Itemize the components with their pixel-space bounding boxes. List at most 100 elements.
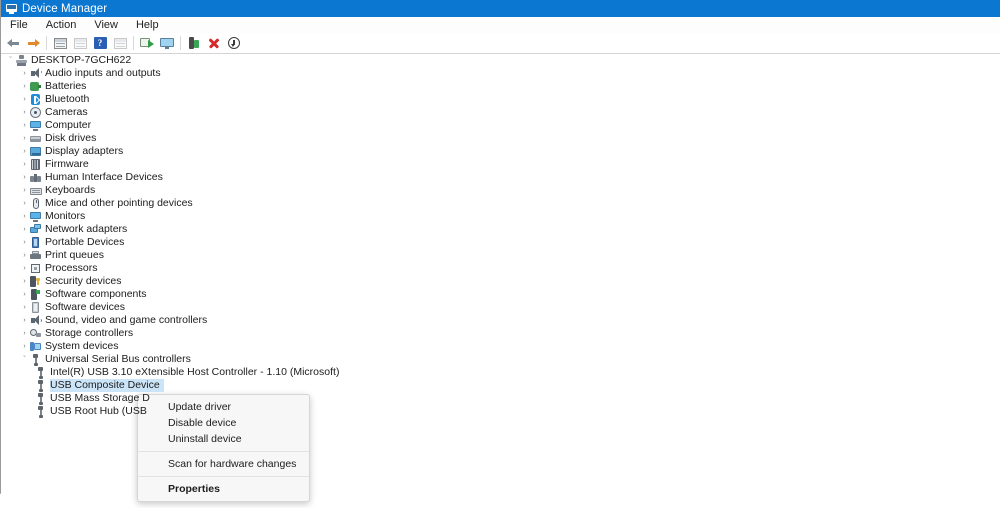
- chevron-right-icon[interactable]: ›: [20, 158, 29, 171]
- tree-item-display-adapters[interactable]: › Display adapters: [1, 145, 1000, 158]
- chevron-right-icon[interactable]: ›: [20, 288, 29, 301]
- context-menu-separator-2: [138, 476, 309, 477]
- chevron-right-icon[interactable]: ›: [20, 145, 29, 158]
- tree-item-label: Bluetooth: [45, 93, 90, 105]
- chevron-right-icon[interactable]: ›: [20, 223, 29, 236]
- context-scan-hardware-changes[interactable]: Scan for hardware changes: [138, 456, 309, 472]
- tree-item-portable-devices[interactable]: › Portable Devices: [1, 236, 1000, 249]
- tree-item-usb-root-hub[interactable]: USB Root Hub (USB: [1, 405, 1000, 418]
- tree-item-usb-composite-device[interactable]: USB Composite Device: [1, 379, 1000, 392]
- disk-drive-icon: [29, 132, 42, 145]
- forward-icon[interactable]: [24, 34, 42, 52]
- chevron-right-icon[interactable]: ›: [20, 314, 29, 327]
- chevron-right-icon[interactable]: ›: [20, 119, 29, 132]
- chevron-down-icon[interactable]: ˇ: [20, 353, 29, 366]
- speaker-icon: [29, 67, 42, 80]
- tree-item-disk-drives[interactable]: › Disk drives: [1, 132, 1000, 145]
- chevron-right-icon[interactable]: ›: [20, 197, 29, 210]
- security-device-icon: [29, 275, 42, 288]
- menu-view[interactable]: View: [85, 17, 127, 33]
- context-uninstall-device[interactable]: Uninstall device: [138, 431, 309, 447]
- chevron-right-icon[interactable]: ›: [20, 171, 29, 184]
- tree-item-computer[interactable]: › Computer: [1, 119, 1000, 132]
- context-menu-separator: [138, 451, 309, 452]
- chevron-right-icon[interactable]: ›: [20, 275, 29, 288]
- bluetooth-icon: [29, 93, 42, 106]
- camera-icon: [29, 106, 42, 119]
- chevron-right-icon[interactable]: ›: [20, 301, 29, 314]
- chevron-right-icon[interactable]: ›: [20, 249, 29, 262]
- chevron-right-icon[interactable]: ›: [20, 106, 29, 119]
- tree-item-cameras[interactable]: › Cameras: [1, 106, 1000, 119]
- tree-item-print-queues[interactable]: › Print queues: [1, 249, 1000, 262]
- help-icon[interactable]: ?: [91, 34, 109, 52]
- tree-item-label: Network adapters: [45, 223, 128, 235]
- update-driver-icon[interactable]: [158, 34, 176, 52]
- uninstall-device-icon[interactable]: [205, 34, 223, 52]
- title-bar: Device Manager: [1, 0, 1000, 17]
- usb-icon: [34, 366, 47, 379]
- tree-item-batteries[interactable]: › Batteries: [1, 80, 1000, 93]
- tree-item-software-devices[interactable]: › Software devices: [1, 301, 1000, 314]
- tree-item-firmware[interactable]: › Firmware: [1, 158, 1000, 171]
- tree-item-universal-serial-bus-controllers[interactable]: ˇ Universal Serial Bus controllers: [1, 353, 1000, 366]
- disable-device-icon[interactable]: [225, 34, 243, 52]
- chevron-right-icon[interactable]: ›: [20, 80, 29, 93]
- tree-item-software-components[interactable]: › Software components: [1, 288, 1000, 301]
- view-details-icon[interactable]: [111, 34, 129, 52]
- device-manager-icon: [6, 3, 17, 14]
- tree-item-human-interface-devices[interactable]: › Human Interface Devices: [1, 171, 1000, 184]
- context-disable-device[interactable]: Disable device: [138, 415, 309, 431]
- show-hide-console-tree-icon[interactable]: [51, 34, 69, 52]
- tree-item-label: Software components: [45, 288, 147, 300]
- tree-item-storage-controllers[interactable]: › Storage controllers: [1, 327, 1000, 340]
- tree-item-sound-video-and-game-controllers[interactable]: › Sound, video and game controllers: [1, 314, 1000, 327]
- chevron-right-icon[interactable]: ›: [20, 236, 29, 249]
- chevron-right-icon[interactable]: ›: [20, 93, 29, 106]
- tree-item-processors[interactable]: › Processors: [1, 262, 1000, 275]
- toolbar: ?: [1, 33, 1000, 54]
- chevron-right-icon[interactable]: ›: [20, 210, 29, 223]
- tree-root-item[interactable]: ˇ DESKTOP-7GCH622: [1, 54, 1000, 67]
- context-update-driver[interactable]: Update driver: [138, 399, 309, 415]
- hid-icon: [29, 171, 42, 184]
- tree-item-keyboards[interactable]: › Keyboards: [1, 184, 1000, 197]
- menu-help[interactable]: Help: [127, 17, 168, 33]
- properties-icon[interactable]: [71, 34, 89, 52]
- chevron-right-icon[interactable]: ›: [20, 132, 29, 145]
- chevron-right-icon[interactable]: ›: [20, 340, 29, 353]
- usb-icon: [34, 405, 47, 418]
- chevron-right-icon[interactable]: ›: [20, 67, 29, 80]
- enable-device-icon[interactable]: [185, 34, 203, 52]
- tree-item-usb-mass-storage-device[interactable]: USB Mass Storage D: [1, 392, 1000, 405]
- firmware-icon: [29, 158, 42, 171]
- computer-root-icon: [15, 54, 28, 67]
- tree-item-intel-usb-host-controller[interactable]: Intel(R) USB 3.10 eXtensible Host Contro…: [1, 366, 1000, 379]
- tree-item-mice-and-other-pointing-devices[interactable]: › Mice and other pointing devices: [1, 197, 1000, 210]
- chevron-down-icon[interactable]: ˇ: [6, 54, 15, 67]
- monitor-icon: [29, 210, 42, 223]
- computer-icon: [29, 119, 42, 132]
- tree-item-bluetooth[interactable]: › Bluetooth: [1, 93, 1000, 106]
- menu-action[interactable]: Action: [37, 17, 86, 33]
- context-properties[interactable]: Properties: [138, 481, 309, 497]
- display-adapter-icon: [29, 145, 42, 158]
- mouse-icon: [29, 197, 42, 210]
- tree-item-label: USB Composite Device: [50, 379, 164, 392]
- back-icon[interactable]: [4, 34, 22, 52]
- tree-item-label: Disk drives: [45, 132, 97, 144]
- tree-item-label: Processors: [45, 262, 98, 274]
- tree-item-monitors[interactable]: › Monitors: [1, 210, 1000, 223]
- tree-item-security-devices[interactable]: › Security devices: [1, 275, 1000, 288]
- chevron-right-icon[interactable]: ›: [20, 327, 29, 340]
- tree-item-label: Human Interface Devices: [45, 171, 163, 183]
- tree-item-audio-inputs-and-outputs[interactable]: › Audio inputs and outputs: [1, 67, 1000, 80]
- device-manager-window: Device Manager File Action View Help ? ˇ…: [0, 0, 1000, 502]
- menu-file[interactable]: File: [1, 17, 37, 33]
- chevron-right-icon[interactable]: ›: [20, 262, 29, 275]
- tree-item-system-devices[interactable]: › System devices: [1, 340, 1000, 353]
- tree-item-label: System devices: [45, 340, 119, 352]
- scan-for-hardware-changes-icon[interactable]: [138, 34, 156, 52]
- chevron-right-icon[interactable]: ›: [20, 184, 29, 197]
- tree-item-network-adapters[interactable]: › Network adapters: [1, 223, 1000, 236]
